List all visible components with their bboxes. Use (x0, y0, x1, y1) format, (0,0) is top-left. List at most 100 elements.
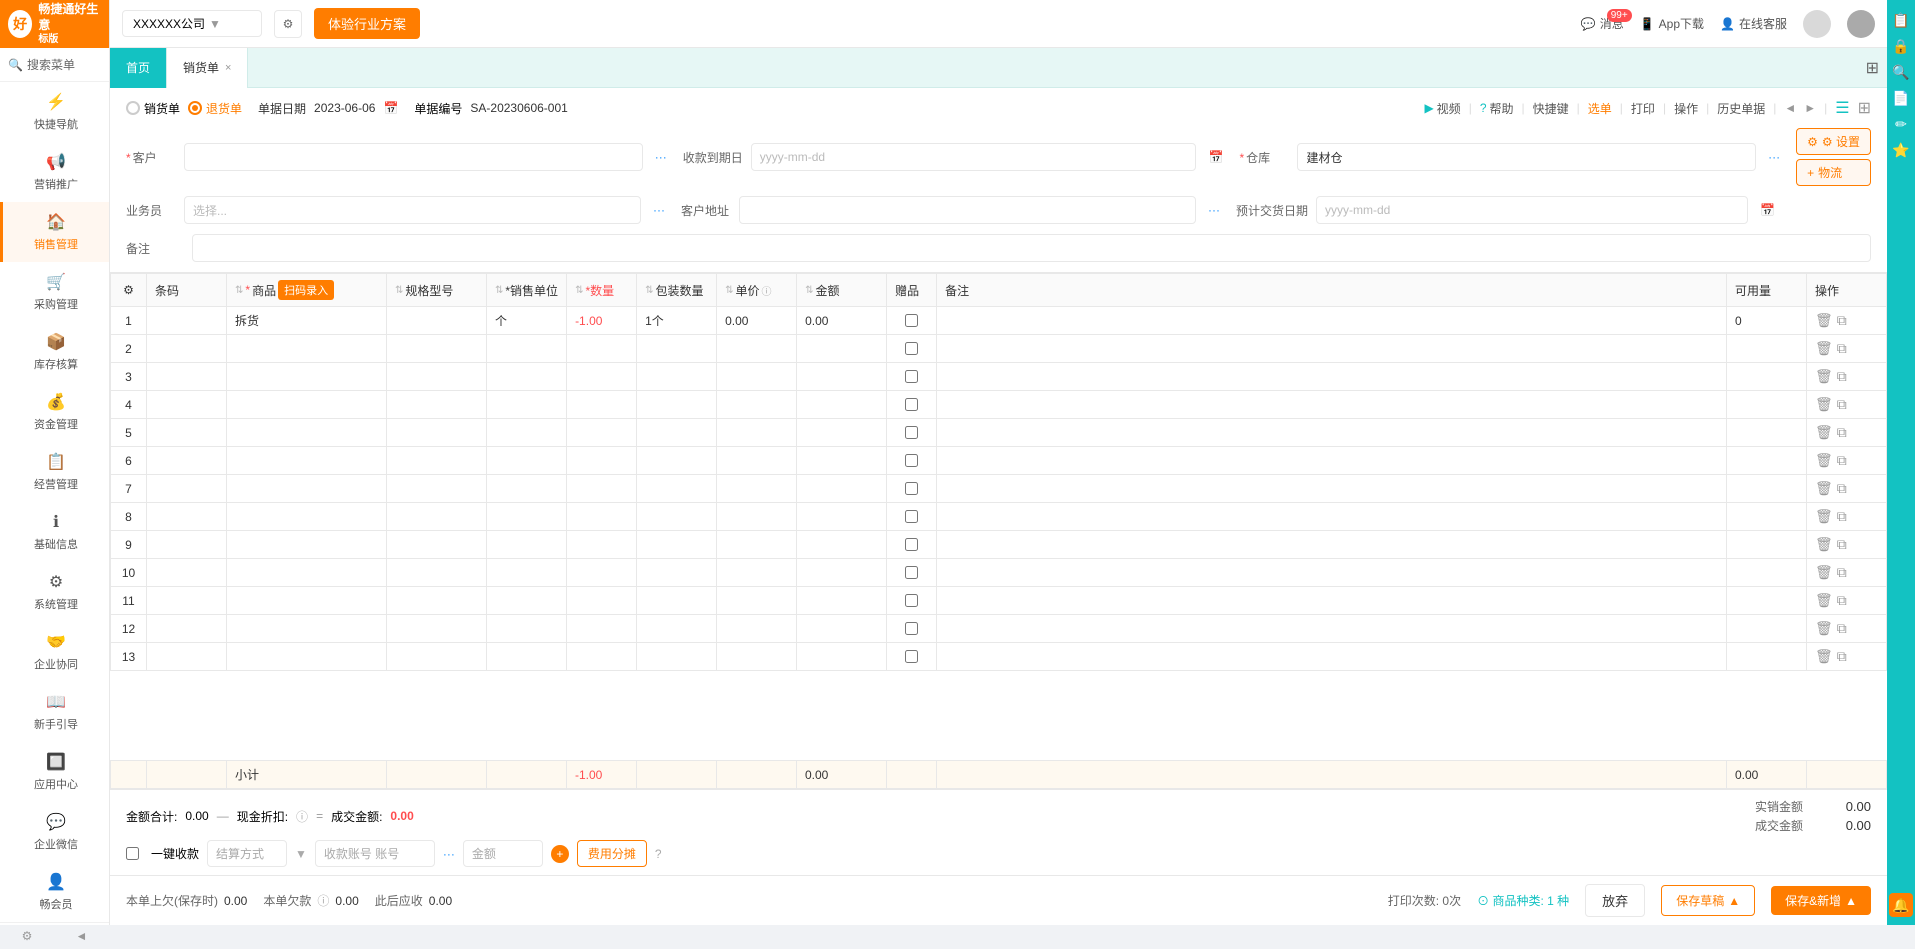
sidebar-item-quick-nav[interactable]: ⚡ 快捷导航 (0, 82, 109, 142)
cell-note-3[interactable] (937, 391, 1727, 419)
cell-price-1[interactable] (717, 335, 797, 363)
cell-amount-3[interactable] (797, 391, 887, 419)
operation-btn[interactable]: 操作 (1674, 100, 1698, 117)
cell-goods-10[interactable] (227, 587, 387, 615)
cell-gift-3[interactable] (887, 391, 937, 419)
gift-checkbox-5[interactable] (905, 454, 918, 467)
cell-goods-0[interactable]: 拆货 (227, 307, 387, 335)
print-btn[interactable]: 打印 (1631, 100, 1655, 117)
cell-qty-10[interactable] (567, 587, 637, 615)
right-panel-edit[interactable]: ✏ (1889, 112, 1913, 136)
gift-checkbox-11[interactable] (905, 622, 918, 635)
cell-goods-3[interactable] (227, 391, 387, 419)
account-input[interactable]: 收款账号 账号 (315, 840, 435, 867)
cell-note-5[interactable] (937, 447, 1727, 475)
cell-amount-12[interactable] (797, 643, 887, 671)
sidebar-item-enterprise-wechat[interactable]: 💬 企业微信 (0, 802, 109, 862)
cell-unit-0[interactable]: 个 (487, 307, 567, 335)
delete-icon-0[interactable]: 🗑 (1815, 312, 1833, 329)
sidebar-item-capital-mgmt[interactable]: 💰 资金管理 (0, 382, 109, 442)
expense-button[interactable]: 费用分摊 (577, 840, 647, 867)
gift-checkbox-9[interactable] (905, 566, 918, 579)
gift-checkbox-0[interactable] (905, 314, 918, 327)
cell-gift-5[interactable] (887, 447, 937, 475)
cell-spec-3[interactable] (387, 391, 487, 419)
cell-goods-8[interactable] (227, 531, 387, 559)
copy-icon-6[interactable]: ⧉ (1837, 480, 1847, 497)
cell-barcode-1[interactable] (147, 335, 227, 363)
video-btn[interactable]: ▶ 视频 (1424, 100, 1460, 117)
gift-checkbox-3[interactable] (905, 398, 918, 411)
cell-price-10[interactable] (717, 587, 797, 615)
customer-addr-input[interactable] (739, 196, 1196, 224)
tab-home[interactable]: 首页 (110, 48, 167, 88)
logistics-button[interactable]: + 物流 (1796, 159, 1871, 186)
cell-amount-9[interactable] (797, 559, 887, 587)
cell-note-2[interactable] (937, 363, 1727, 391)
cell-spec-6[interactable] (387, 475, 487, 503)
message-item[interactable]: 💬 消息 99+ (1581, 15, 1624, 32)
cell-spec-5[interactable] (387, 447, 487, 475)
sidebar-search[interactable]: 🔍 搜索菜单 (0, 48, 109, 82)
tab-sales-order[interactable]: 销货单 × (167, 48, 248, 88)
cell-amount-10[interactable] (797, 587, 887, 615)
salesperson-input[interactable]: 选择... (184, 196, 641, 224)
cell-note-11[interactable] (937, 615, 1727, 643)
delete-icon-12[interactable]: 🗑 (1815, 648, 1833, 665)
right-panel-lock[interactable]: 🔒 (1889, 34, 1913, 58)
cell-gift-10[interactable] (887, 587, 937, 615)
delete-icon-9[interactable]: 🗑 (1815, 564, 1833, 581)
cell-barcode-4[interactable] (147, 419, 227, 447)
cell-spec-12[interactable] (387, 643, 487, 671)
user-avatar2[interactable] (1847, 10, 1875, 38)
cell-barcode-7[interactable] (147, 503, 227, 531)
cell-spec-9[interactable] (387, 559, 487, 587)
cell-pkg-2[interactable] (637, 363, 717, 391)
cell-unit-6[interactable] (487, 475, 567, 503)
cell-spec-11[interactable] (387, 615, 487, 643)
cell-barcode-12[interactable] (147, 643, 227, 671)
cell-spec-4[interactable] (387, 419, 487, 447)
sidebar-item-marketing[interactable]: 📢 营销推广 (0, 142, 109, 202)
cell-goods-6[interactable] (227, 475, 387, 503)
cell-qty-3[interactable] (567, 391, 637, 419)
cell-goods-12[interactable] (227, 643, 387, 671)
cell-unit-7[interactable] (487, 503, 567, 531)
discount-help-icon[interactable]: ⓘ (296, 808, 308, 825)
cell-amount-8[interactable] (797, 531, 887, 559)
cell-price-2[interactable] (717, 363, 797, 391)
scan-button[interactable]: 扫码录入 (278, 280, 334, 300)
tab-bar-expand[interactable]: ⊞ (1866, 58, 1887, 78)
cell-pkg-0[interactable]: 1个 (637, 307, 717, 335)
cell-gift-8[interactable] (887, 531, 937, 559)
right-panel-search[interactable]: 🔍 (1889, 60, 1913, 84)
right-panel-star[interactable]: ⭐ (1889, 138, 1913, 162)
copy-icon-8[interactable]: ⧉ (1837, 536, 1847, 553)
cell-pkg-10[interactable] (637, 587, 717, 615)
cell-qty-11[interactable] (567, 615, 637, 643)
online-service-item[interactable]: 👤 在线客服 (1720, 15, 1787, 32)
cell-goods-7[interactable] (227, 503, 387, 531)
cell-note-1[interactable] (937, 335, 1727, 363)
table-gear-icon[interactable]: ⚙ (123, 283, 134, 297)
copy-icon-5[interactable]: ⧉ (1837, 452, 1847, 469)
delete-icon-1[interactable]: 🗑 (1815, 340, 1833, 357)
sidebar-collapse-icon[interactable]: ◄ (76, 929, 88, 943)
cell-qty-5[interactable] (567, 447, 637, 475)
cell-note-8[interactable] (937, 531, 1727, 559)
save-new-button[interactable]: 保存&新增 ▲ (1771, 886, 1871, 915)
tab-close-icon[interactable]: × (225, 62, 231, 74)
app-download-item[interactable]: 📱 App下载 (1640, 15, 1704, 32)
sidebar-item-purchase-mgmt[interactable]: 🛒 采购管理 (0, 262, 109, 322)
due-date-calendar-icon[interactable]: 📅 (1208, 150, 1223, 164)
help-btn[interactable]: ? 帮助 (1480, 100, 1514, 117)
cell-note-9[interactable] (937, 559, 1727, 587)
th-gear[interactable]: ⚙ (111, 274, 147, 307)
nav-prev-btn[interactable]: ◄ (1784, 101, 1796, 115)
sidebar-item-ops-mgmt[interactable]: 📋 经营管理 (0, 442, 109, 502)
cell-spec-2[interactable] (387, 363, 487, 391)
calendar-icon[interactable]: 📅 (383, 101, 398, 115)
cell-barcode-3[interactable] (147, 391, 227, 419)
cell-unit-2[interactable] (487, 363, 567, 391)
right-panel-note[interactable]: 📋 (1889, 8, 1913, 32)
